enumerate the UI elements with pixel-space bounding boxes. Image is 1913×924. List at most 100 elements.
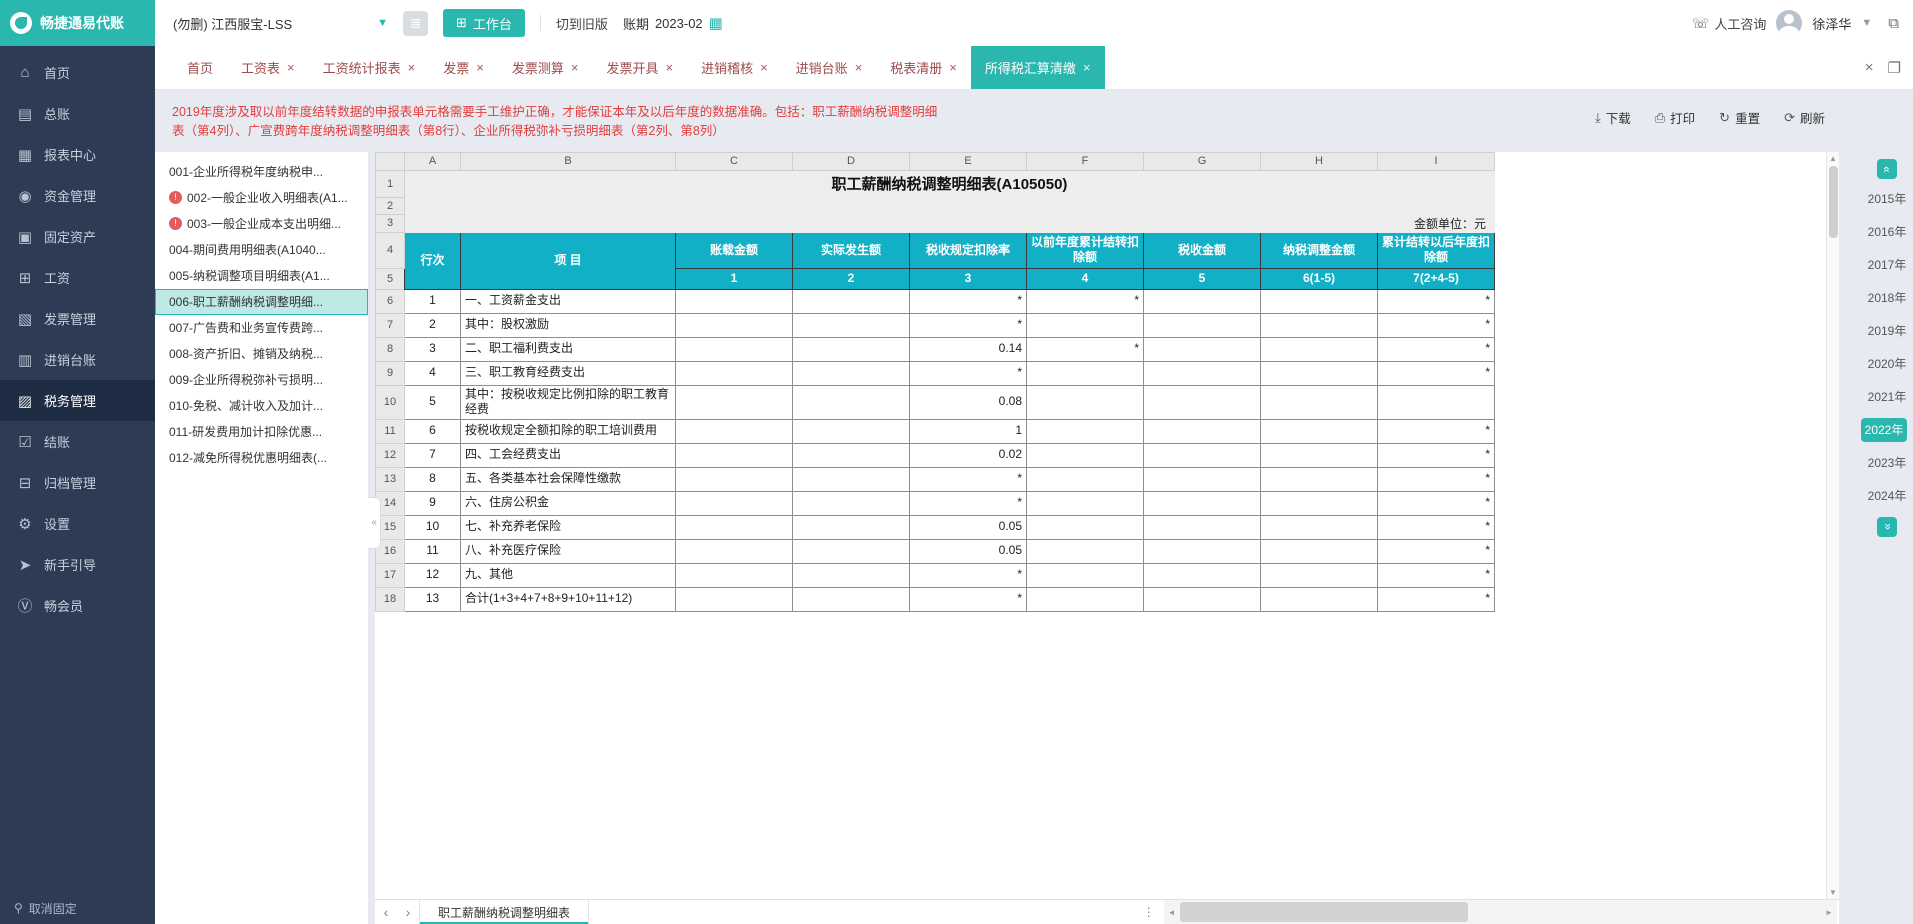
cell[interactable] (1026, 538, 1144, 564)
fullscreen-icon[interactable]: ⧉ (1888, 15, 1899, 32)
cell[interactable] (1260, 442, 1378, 468)
cell[interactable]: * (1377, 336, 1495, 362)
close-icon[interactable]: × (408, 60, 416, 75)
cell[interactable] (1260, 312, 1378, 338)
cell-item[interactable]: 四、工会经费支出 (460, 442, 676, 468)
cell-line-no[interactable]: 4 (404, 360, 461, 386)
cell[interactable] (675, 490, 793, 516)
sidebar-item-settings[interactable]: ⚙ 设置 (0, 503, 155, 544)
cell-line-no[interactable]: 10 (404, 514, 461, 540)
sidebar-item-fund-management[interactable]: ◉ 资金管理 (0, 175, 155, 216)
row-number[interactable]: 18 (375, 586, 405, 612)
cell[interactable]: * (1377, 288, 1495, 314)
close-tabs-icon[interactable]: × (1865, 59, 1874, 76)
row-number[interactable]: 17 (375, 562, 405, 588)
year-2023[interactable]: 2023年 (1861, 447, 1913, 480)
tab-invoice-issue[interactable]: 发票开具 × (592, 46, 687, 89)
report-item-009[interactable]: 009-企业所得税弥补亏损明... (155, 367, 368, 393)
row-number[interactable]: 13 (375, 466, 405, 492)
cell[interactable] (1260, 288, 1378, 314)
print-button[interactable]: ⎙ 打印 (1655, 108, 1695, 127)
download-button[interactable]: ⤓ 下载 (1595, 108, 1631, 127)
cell-line-no[interactable]: 2 (404, 312, 461, 338)
cell[interactable]: * (909, 312, 1027, 338)
sidebar-item-report-center[interactable]: ▦ 报表中心 (0, 134, 155, 175)
tab-income-tax-settlement[interactable]: 所得税汇算清缴 × (970, 46, 1105, 89)
cell[interactable] (1143, 418, 1261, 444)
cell-line-no[interactable]: 7 (404, 442, 461, 468)
collapse-panel-handle[interactable]: « (368, 496, 381, 549)
scrollbar-thumb[interactable] (1179, 902, 1469, 922)
tab-purchase-sales-audit[interactable]: 进销稽核 × (687, 46, 782, 89)
close-icon[interactable]: × (760, 60, 768, 75)
cell[interactable] (792, 360, 910, 386)
row-number[interactable]: 9 (375, 360, 405, 386)
cell[interactable] (1143, 466, 1261, 492)
report-item-010[interactable]: 010-免税、减计收入及加计... (155, 393, 368, 419)
cell-line-no[interactable]: 8 (404, 466, 461, 492)
cell[interactable] (675, 514, 793, 540)
scrollbar-thumb[interactable] (1828, 165, 1838, 238)
cell-line-no[interactable]: 6 (404, 418, 461, 444)
cell[interactable] (1143, 442, 1261, 468)
tab-layout-icon[interactable]: ❐ (1888, 59, 1901, 77)
cell[interactable] (1026, 586, 1144, 612)
year-2022[interactable]: 2022年 (1861, 417, 1907, 442)
cell[interactable] (675, 384, 793, 420)
cell[interactable] (792, 538, 910, 564)
cell[interactable] (792, 442, 910, 468)
cell[interactable] (1260, 466, 1378, 492)
cell[interactable]: 0.08 (909, 384, 1027, 420)
refresh-button[interactable]: ⟳ 刷新 (1784, 108, 1825, 127)
cell[interactable]: * (909, 490, 1027, 516)
cell[interactable] (1026, 384, 1144, 420)
sheet-title-cell[interactable]: 职工薪酬纳税调整明细表(A105050) (404, 169, 1495, 198)
year-2016[interactable]: 2016年 (1861, 216, 1913, 249)
cell[interactable]: * (1377, 562, 1495, 588)
cell[interactable]: * (909, 360, 1027, 386)
cell[interactable] (675, 562, 793, 588)
cell-item[interactable]: 一、工资薪金支出 (460, 288, 676, 314)
column-header-F[interactable]: F (1026, 151, 1144, 171)
cell[interactable]: * (1377, 442, 1495, 468)
year-2015[interactable]: 2015年 (1861, 183, 1913, 216)
cell[interactable]: 0.02 (909, 442, 1027, 468)
report-item-003[interactable]: ! 003-一般企业成本支出明细... (155, 211, 368, 237)
sheet-tab[interactable]: 职工薪酬纳税调整明细表 (419, 900, 590, 924)
cell[interactable] (675, 442, 793, 468)
cell[interactable] (1143, 586, 1261, 612)
close-icon[interactable]: × (855, 60, 863, 75)
cell-item[interactable]: 七、补充养老保险 (460, 514, 676, 540)
cell[interactable] (675, 466, 793, 492)
cell[interactable] (1026, 562, 1144, 588)
tab-invoice[interactable]: 发票 × (429, 46, 498, 89)
consult-link[interactable]: ☏ 人工咨询 (1692, 14, 1767, 33)
cell[interactable]: * (1377, 312, 1495, 338)
cell[interactable] (1026, 418, 1144, 444)
cell[interactable] (675, 538, 793, 564)
cell[interactable] (1143, 360, 1261, 386)
column-header-C[interactable]: C (675, 151, 793, 171)
years-collapse-up-button[interactable]: « (1877, 158, 1897, 179)
cell[interactable]: * (1377, 360, 1495, 386)
cell[interactable] (1026, 360, 1144, 386)
cell[interactable] (1143, 384, 1261, 420)
cell[interactable] (1143, 538, 1261, 564)
company-select[interactable]: (勿删) 江西服宝-LSS ▼ (173, 14, 388, 33)
cell-item[interactable]: 其中：按税收规定比例扣除的职工教育经费 (460, 384, 676, 420)
cell-line-no[interactable]: 13 (404, 586, 461, 612)
year-2024[interactable]: 2024年 (1861, 480, 1913, 513)
sidebar-item-home[interactable]: ⌂ 首页 (0, 52, 155, 93)
sheet-next-button[interactable]: › (397, 904, 419, 920)
column-header-A[interactable]: A (404, 151, 461, 171)
column-header-D[interactable]: D (792, 151, 910, 171)
cell[interactable]: * (909, 562, 1027, 588)
cell[interactable]: * (909, 586, 1027, 612)
cell[interactable]: * (1377, 538, 1495, 564)
cell[interactable]: 0.05 (909, 514, 1027, 540)
cell-item[interactable]: 六、住房公积金 (460, 490, 676, 516)
row-number[interactable]: 12 (375, 442, 405, 468)
row-number[interactable]: 2 (375, 196, 405, 215)
select-all-corner[interactable] (375, 151, 405, 171)
tab-salary-sheet[interactable]: 工资表 × (227, 46, 309, 89)
